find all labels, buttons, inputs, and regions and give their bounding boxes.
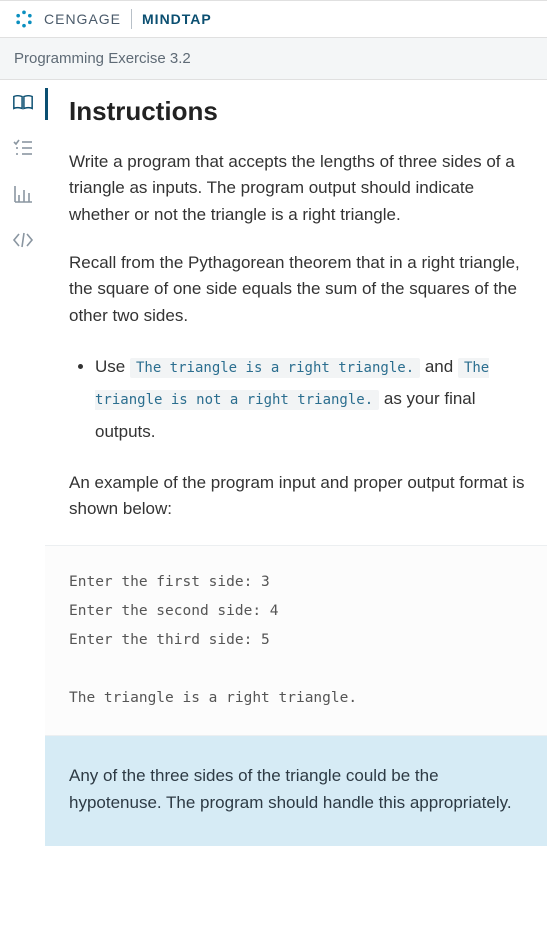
chart-icon	[13, 185, 33, 208]
sidebar-item-instructions[interactable]	[8, 92, 38, 116]
brand-mindtap: MINDTAP	[142, 11, 212, 27]
sidebar-item-code[interactable]	[8, 230, 38, 254]
example-lead-in: An example of the program input and prop…	[69, 470, 527, 523]
content-pane: Instructions Write a program that accept…	[45, 80, 547, 846]
hint-note: Any of the three sides of the triangle c…	[45, 736, 547, 846]
sidebar-item-analytics[interactable]	[8, 184, 38, 208]
example-io-block: Enter the first side: 3 Enter the second…	[45, 545, 547, 736]
expected-output-right: The triangle is a right triangle.	[130, 358, 420, 378]
brand-divider	[131, 9, 132, 29]
checklist-icon	[13, 139, 33, 162]
intro-paragraph-2: Recall from the Pythagorean theorem that…	[69, 250, 527, 329]
intro-paragraph-1: Write a program that accepts the lengths…	[69, 149, 527, 228]
exercise-title-bar: Programming Exercise 3.2	[0, 38, 547, 80]
brand-cengage: CENGAGE	[44, 11, 121, 27]
top-bar: CENGAGE MINDTAP	[0, 0, 547, 38]
book-icon	[12, 93, 34, 116]
code-icon	[12, 232, 34, 253]
cengage-logo-icon	[14, 9, 34, 29]
sidebar-item-tasks[interactable]	[8, 138, 38, 162]
bullet-text-pre: Use	[95, 357, 130, 376]
output-requirements-list: Use The triangle is a right triangle. an…	[69, 351, 527, 448]
hint-note-text: Any of the three sides of the triangle c…	[69, 766, 512, 812]
exercise-title: Programming Exercise 3.2	[14, 50, 191, 67]
list-item: Use The triangle is a right triangle. an…	[95, 351, 527, 448]
bullet-text-mid: and	[420, 357, 458, 376]
page-title: Instructions	[69, 96, 527, 127]
tool-sidebar	[0, 80, 45, 846]
